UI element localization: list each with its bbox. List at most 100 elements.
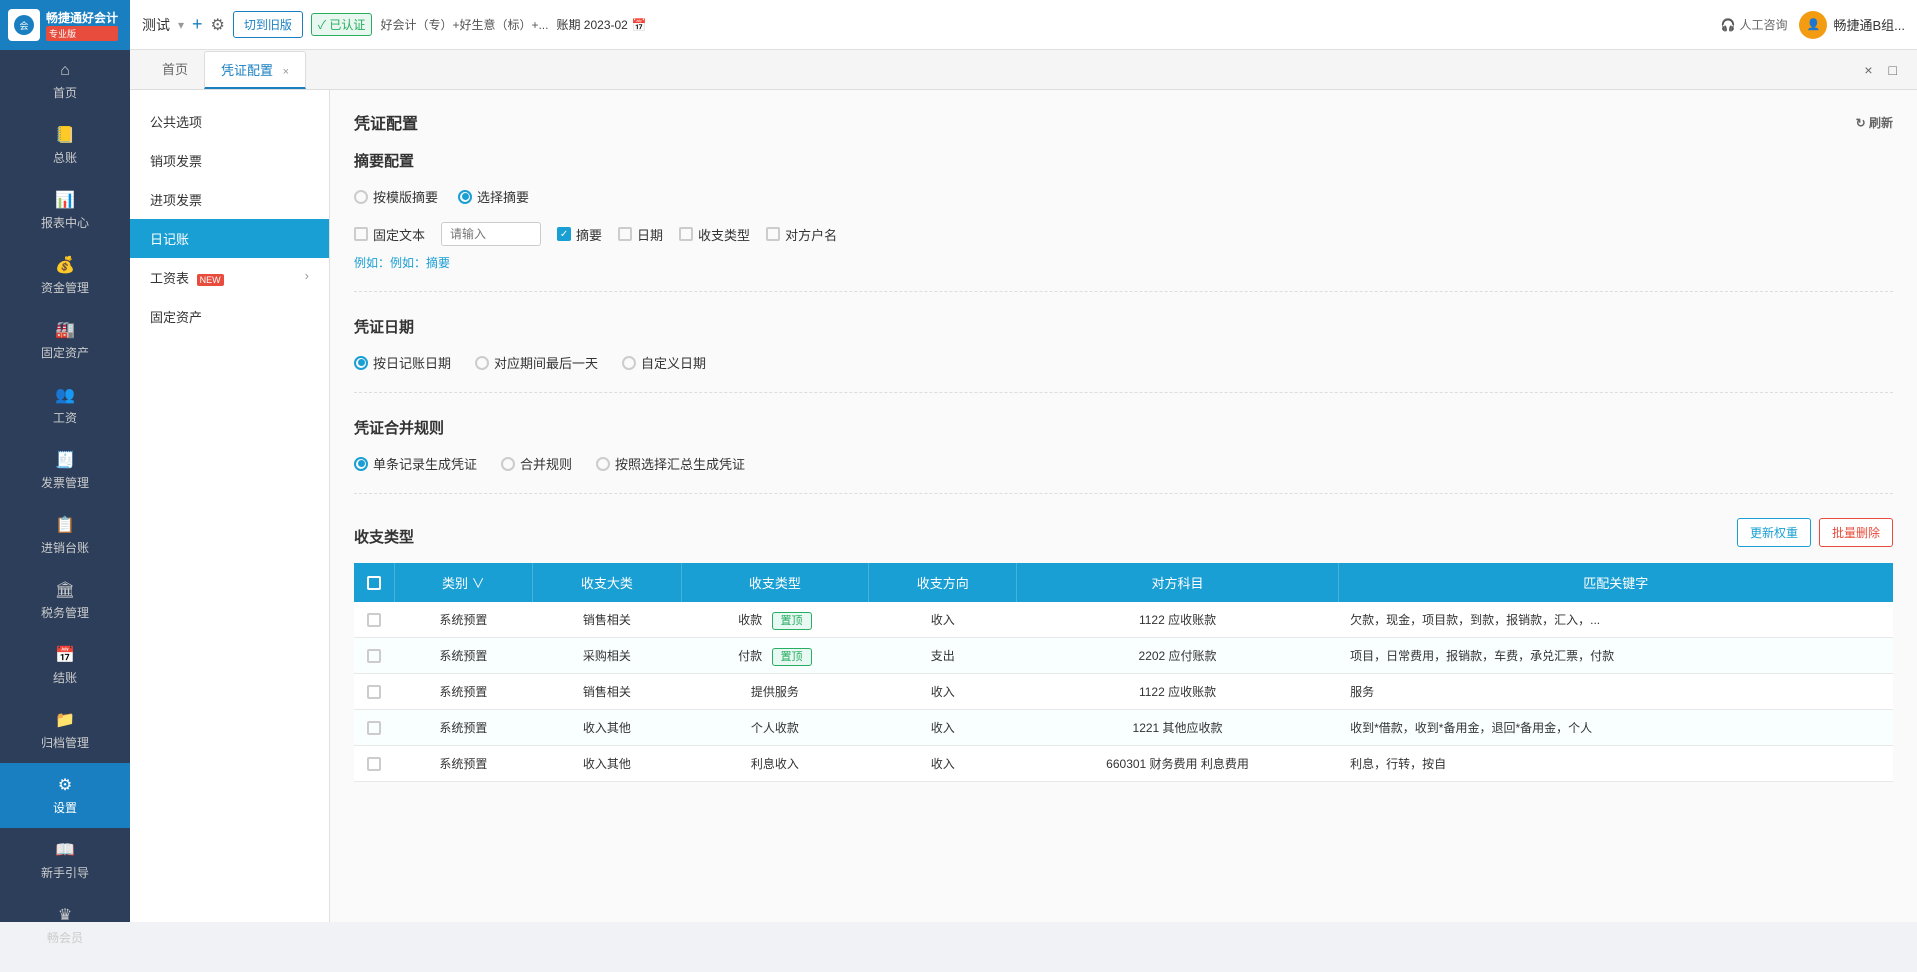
sidebar-label-guide: 新手引导 <box>41 864 89 881</box>
row-checkbox-cell[interactable] <box>354 710 394 746</box>
checkbox-box-paytype <box>679 227 693 241</box>
tab-actions: × □ <box>1860 60 1901 80</box>
row-checkbox-4[interactable] <box>367 757 381 771</box>
content-area: 首页 凭证配置 × × □ 公共选项 销项发票 进项发票 日记账 <box>130 50 1917 922</box>
radio-custom-date[interactable]: 自定义日期 <box>622 353 706 372</box>
refresh-btn[interactable]: ↻ 刷新 <box>1856 114 1893 131</box>
row-big-type: 销售相关 <box>533 674 681 710</box>
sidebar-item-ledger[interactable]: 📒 总账 <box>0 113 130 178</box>
sidebar-label-salary: 工资 <box>53 409 77 426</box>
sidebar-item-home[interactable]: ⌂ 首页 <box>0 50 130 113</box>
calendar-icon[interactable]: 📅 <box>632 18 647 32</box>
row-checkbox-3[interactable] <box>367 721 381 735</box>
merge-rule-label: 合并规则 <box>520 454 572 473</box>
sidebar-label-archive: 归档管理 <box>41 734 89 751</box>
tab-voucher-config[interactable]: 凭证配置 × <box>204 51 306 89</box>
sidebar-item-invoice[interactable]: 🧾 发票管理 <box>0 438 130 503</box>
archive-icon: 📁 <box>55 710 75 730</box>
tab-home[interactable]: 首页 <box>146 51 204 88</box>
sidebar-item-reports[interactable]: 📊 报表中心 <box>0 178 130 243</box>
row-checkbox-cell[interactable] <box>354 674 394 710</box>
sidebar-item-salary[interactable]: 👥 工资 <box>0 373 130 438</box>
avatar: 👤 <box>1799 11 1827 39</box>
fixed-text-input[interactable] <box>441 222 541 246</box>
menu-label-purchase-invoice: 进项发票 <box>150 193 202 208</box>
user-area[interactable]: 👤 畅捷通B组... <box>1799 11 1905 39</box>
row-subject: 1122 应收账款 <box>1017 674 1338 710</box>
row-direction: 支出 <box>869 638 1017 674</box>
tab-voucher-label: 凭证配置 <box>221 63 273 78</box>
checkbox-summary[interactable]: ✓ 摘要 <box>557 225 602 244</box>
username: 畅捷通B组... <box>1833 15 1905 34</box>
sidebar-item-close[interactable]: 📅 结账 <box>0 633 130 698</box>
radio-single-record[interactable]: 单条记录生成凭证 <box>354 454 477 473</box>
checkbox-box-summary: ✓ <box>557 227 571 241</box>
tab-minimize-btn[interactable]: × <box>1860 60 1876 80</box>
date-options: 按日记账日期 对应期间最后一天 自定义日期 <box>354 353 1893 372</box>
row-category: 系统预置 <box>394 746 533 782</box>
radio-journal-date[interactable]: 按日记账日期 <box>354 353 451 372</box>
row-checkbox-cell[interactable] <box>354 638 394 674</box>
menu-item-purchase-invoice[interactable]: 进项发票 <box>130 180 329 219</box>
top-tag[interactable]: 置顶 <box>772 612 812 630</box>
summary-radio-group: 按模版摘要 选择摘要 <box>354 187 1893 206</box>
radio-template-summary[interactable]: 按模版摘要 <box>354 187 438 206</box>
row-checkbox-2[interactable] <box>367 685 381 699</box>
tax-icon: 🏛 <box>55 580 75 600</box>
aggregate-label: 按照选择汇总生成凭证 <box>615 454 745 473</box>
radio-circle-journal <box>354 356 368 370</box>
table-row: 系统预置 收入其他 利息收入 收入 660301 财务费用 利息费用 利息，行转… <box>354 746 1893 782</box>
checkbox-counterpart[interactable]: 对方户名 <box>766 225 837 244</box>
radio-merge-rule[interactable]: 合并规则 <box>501 454 572 473</box>
sidebar-item-assets[interactable]: 🏭 固定资产 <box>0 308 130 373</box>
radio-aggregate[interactable]: 按照选择汇总生成凭证 <box>596 454 745 473</box>
checkbox-date[interactable]: 日期 <box>618 225 663 244</box>
table-row: 系统预置 采购相关 付款 置顶 支出 2202 应付账款 项目，日常费用，报销款… <box>354 638 1893 674</box>
menu-item-sales-invoice[interactable]: 销项发票 <box>130 141 329 180</box>
switch-version-btn[interactable]: 切到旧版 <box>233 11 303 38</box>
batch-delete-btn[interactable]: 批量删除 <box>1819 518 1893 547</box>
select-all-checkbox[interactable] <box>367 576 381 590</box>
menu-item-public[interactable]: 公共选项 <box>130 102 329 141</box>
row-checkbox-cell[interactable] <box>354 746 394 782</box>
radio-period-last-day[interactable]: 对应期间最后一天 <box>475 353 598 372</box>
radio-select-summary[interactable]: 选择摘要 <box>458 187 529 206</box>
sidebar-item-purchase[interactable]: 📋 进销台账 <box>0 503 130 568</box>
row-keywords: 欠款，现金，项目款，到款，报销款，汇入，... <box>1338 602 1893 638</box>
gear-button[interactable]: ⚙ <box>211 15 225 35</box>
sidebar-label-purchase: 进销台账 <box>41 539 89 556</box>
checkbox-pay-type[interactable]: 收支类型 <box>679 225 750 244</box>
row-subject: 1122 应收账款 <box>1017 602 1338 638</box>
journal-date-label: 按日记账日期 <box>373 353 451 372</box>
sidebar-label-ledger: 总账 <box>53 149 77 166</box>
settings-icon: ⚙ <box>58 775 72 795</box>
close-period-icon: 📅 <box>55 645 75 665</box>
tab-maximize-btn[interactable]: □ <box>1885 60 1901 80</box>
menu-item-payroll[interactable]: 工资表 NEW › <box>130 258 329 297</box>
menu-item-journal[interactable]: 日记账 <box>130 219 329 258</box>
menu-item-fixed-assets[interactable]: 固定资产 <box>130 297 329 336</box>
top-tag[interactable]: 置顶 <box>772 648 812 666</box>
add-button[interactable]: + <box>192 14 203 35</box>
tab-close-icon[interactable]: × <box>283 66 289 78</box>
row-checkbox-1[interactable] <box>367 649 381 663</box>
update-weight-btn[interactable]: 更新权重 <box>1737 518 1811 547</box>
sidebar-item-guide[interactable]: 📖 新手引导 <box>0 828 130 893</box>
paytype-checkbox-label: 收支类型 <box>698 225 750 244</box>
date-checkbox-label: 日期 <box>637 225 663 244</box>
sidebar-item-settings[interactable]: ⚙ 设置 <box>0 763 130 828</box>
sidebar-item-archive[interactable]: 📁 归档管理 <box>0 698 130 763</box>
help-btn[interactable]: 🎧 人工咨询 <box>1721 16 1788 33</box>
svg-text:会: 会 <box>19 20 28 31</box>
company-dropdown-icon[interactable]: ▾ <box>178 18 184 32</box>
th-direction: 收支方向 <box>869 563 1017 602</box>
custom-date-label: 自定义日期 <box>641 353 706 372</box>
sidebar-item-funds[interactable]: 💰 资金管理 <box>0 243 130 308</box>
sidebar-item-tax[interactable]: 🏛 税务管理 <box>0 568 130 633</box>
row-checkbox-cell[interactable] <box>354 602 394 638</box>
row-big-type: 采购相关 <box>533 638 681 674</box>
checkbox-fixed-text[interactable]: 固定文本 <box>354 225 425 244</box>
counterpart-checkbox-label: 对方户名 <box>785 225 837 244</box>
row-checkbox-0[interactable] <box>367 613 381 627</box>
menu-label-sales-invoice: 销项发票 <box>150 154 202 169</box>
